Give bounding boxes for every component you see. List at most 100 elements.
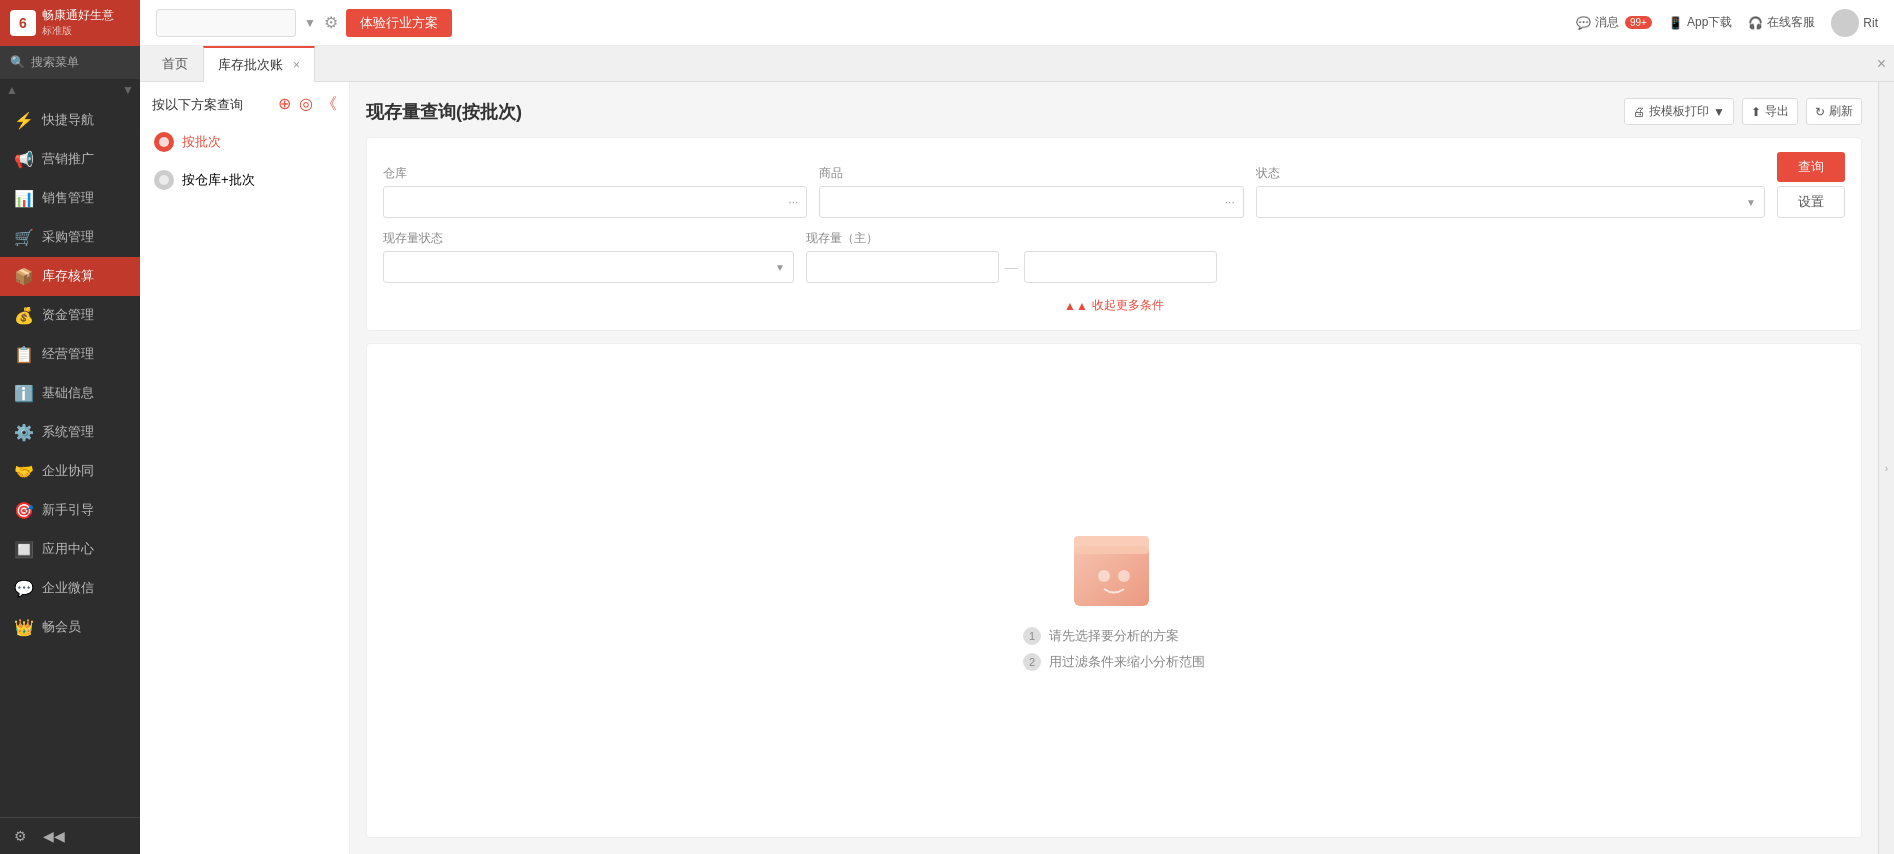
sidebar-scroll-up[interactable]: ▲ (4, 81, 20, 99)
sidebar-scroll-down[interactable]: ▼ (120, 81, 136, 99)
svg-rect-2 (1074, 546, 1149, 606)
app-download-item[interactable]: 📱 App下载 (1668, 14, 1732, 31)
hint-num-2: 2 (1023, 653, 1041, 671)
search-label: 搜索菜单 (31, 54, 79, 71)
app-info: 畅康通好生意 标准版 (42, 8, 114, 38)
avatar (1831, 9, 1859, 37)
sidebar-item-label: 企业微信 (42, 579, 94, 597)
schema-item-warehouse-batch[interactable]: 按仓库+批次 (140, 161, 349, 199)
tab-home[interactable]: 首页 (148, 46, 203, 82)
tab-home-label: 首页 (162, 55, 188, 73)
sidebar-item-operation[interactable]: 📋 经营管理 (0, 335, 140, 374)
collapse-sidebar-icon[interactable]: ◀◀ (43, 828, 65, 844)
stock-qty-to-input[interactable] (1024, 251, 1217, 283)
schema-item-batch[interactable]: 按批次 (140, 123, 349, 161)
main-area: ▼ ⚙ 体验行业方案 💬 消息 99+ 📱 App下载 🎧 在线客服 Rit (140, 0, 1894, 854)
sidebar-item-label: 畅会员 (42, 618, 81, 636)
sidebar-item-sales[interactable]: 📊 销售管理 (0, 179, 140, 218)
filter-area: 仓库 ··· 商品 ··· 状态 (366, 137, 1862, 331)
online-service-item[interactable]: 🎧 在线客服 (1748, 14, 1815, 31)
sidebar-item-label: 快捷导航 (42, 111, 94, 129)
settings-schema-icon[interactable]: ◎ (299, 94, 313, 115)
stock-qty-from-input[interactable] (806, 251, 999, 283)
topbar-right: 💬 消息 99+ 📱 App下载 🎧 在线客服 Rit (1576, 9, 1878, 37)
print-label: 按模板打印 (1649, 103, 1709, 120)
messages-badge: 99+ (1625, 16, 1652, 29)
sidebar-item-wechat[interactable]: 💬 企业微信 (0, 569, 140, 608)
empty-hints: 1 请先选择要分析的方案 2 用过滤条件来缩小分析范围 (1023, 627, 1205, 671)
status-filter: 状态 ▼ (1256, 165, 1765, 218)
sidebar-item-shortcut[interactable]: ⚡ 快捷导航 (0, 101, 140, 140)
goods-input[interactable]: ··· (819, 186, 1243, 218)
sidebar-item-marketing[interactable]: 📢 营销推广 (0, 140, 140, 179)
add-schema-icon[interactable]: ⊕ (278, 94, 291, 115)
sidebar-item-finance[interactable]: 💰 资金管理 (0, 296, 140, 335)
refresh-icon: ↻ (1815, 105, 1825, 119)
stock-qty-filter: 现存量（主） — (806, 230, 1217, 283)
sidebar-item-member[interactable]: 👑 畅会员 (0, 608, 140, 647)
status-input[interactable]: ▼ (1256, 186, 1765, 218)
goods-label: 商品 (819, 165, 1243, 182)
export-button[interactable]: ⬆ 导出 (1742, 98, 1798, 125)
refresh-button[interactable]: ↻ 刷新 (1806, 98, 1862, 125)
print-button[interactable]: 🖨 按模板打印 ▼ (1624, 98, 1734, 125)
app-subtitle: 标准版 (42, 24, 114, 38)
tab-close-icon[interactable]: × (293, 58, 300, 72)
sidebar-item-inventory[interactable]: 📦 库存核算 (0, 257, 140, 296)
topbar-dropdown-arrow[interactable]: ▼ (304, 16, 316, 30)
hint-num-1: 1 (1023, 627, 1041, 645)
purchase-icon: 🛒 (14, 228, 34, 247)
sidebar-item-label: 销售管理 (42, 189, 94, 207)
sidebar-item-label: 企业协同 (42, 462, 94, 480)
topbar-gear-icon[interactable]: ⚙ (324, 13, 338, 32)
topbar-search-input[interactable] (156, 9, 296, 37)
export-icon: ⬆ (1751, 105, 1761, 119)
collapse-more-label: 收起更多条件 (1092, 297, 1164, 314)
stock-status-label: 现存量状态 (383, 230, 794, 247)
page-title-row: 现存量查询(按批次) 🖨 按模板打印 ▼ ⬆ 导出 ↻ 刷新 (366, 98, 1862, 125)
sidebar-item-label: 系统管理 (42, 423, 94, 441)
settings-bottom-icon[interactable]: ⚙ (14, 828, 27, 844)
messages-item[interactable]: 💬 消息 99+ (1576, 14, 1652, 31)
tab-active-label: 库存批次账 (218, 56, 283, 74)
tab-inventory-batch[interactable]: 库存批次账 × (203, 46, 315, 82)
sidebar-item-basic[interactable]: ℹ️ 基础信息 (0, 374, 140, 413)
sidebar-header: 6 畅康通好生意 标准版 (0, 0, 140, 46)
query-button[interactable]: 查询 (1777, 152, 1845, 182)
sidebar-item-appstore[interactable]: 🔲 应用中心 (0, 530, 140, 569)
schema-batch-icon (154, 132, 174, 152)
sidebar-item-label: 采购管理 (42, 228, 94, 246)
app-title: 畅康通好生意 (42, 8, 114, 24)
right-edge-collapse[interactable]: › (1878, 82, 1894, 854)
app-logo: 6 (10, 10, 36, 36)
inventory-icon: 📦 (14, 267, 34, 286)
operation-icon: 📋 (14, 345, 34, 364)
empty-hint-1: 1 请先选择要分析的方案 (1023, 627, 1205, 645)
trial-button[interactable]: 体验行业方案 (346, 9, 452, 37)
marketing-icon: 📢 (14, 150, 34, 169)
status-label: 状态 (1256, 165, 1765, 182)
message-icon: 💬 (1576, 16, 1591, 30)
settings-button[interactable]: 设置 (1777, 186, 1845, 218)
empty-illustration (1054, 511, 1174, 611)
topbar: ▼ ⚙ 体验行业方案 💬 消息 99+ 📱 App下载 🎧 在线客服 Rit (140, 0, 1894, 46)
print-dropdown-icon[interactable]: ▼ (1713, 105, 1725, 119)
topbar-left: ▼ ⚙ 体验行业方案 (156, 9, 1566, 37)
user-item[interactable]: Rit (1831, 9, 1878, 37)
sidebar-item-guide[interactable]: 🎯 新手引导 (0, 491, 140, 530)
collapse-left-panel-icon[interactable]: 《 (321, 94, 337, 115)
right-content: 现存量查询(按批次) 🖨 按模板打印 ▼ ⬆ 导出 ↻ 刷新 (350, 82, 1878, 854)
sidebar-search[interactable]: 🔍 搜索菜单 (0, 46, 140, 79)
wechat-icon: 💬 (14, 579, 34, 598)
svg-rect-3 (1074, 536, 1149, 554)
collapse-more-btn[interactable]: ▲▲ 收起更多条件 (383, 291, 1845, 316)
tabs-close-all-icon[interactable]: × (1877, 55, 1886, 73)
schema-batch-label: 按批次 (182, 133, 221, 151)
sidebar-item-label: 营销推广 (42, 150, 94, 168)
sidebar-item-system[interactable]: ⚙️ 系统管理 (0, 413, 140, 452)
sidebar-item-purchase[interactable]: 🛒 采购管理 (0, 218, 140, 257)
sidebar-item-collab[interactable]: 🤝 企业协同 (0, 452, 140, 491)
stock-status-input[interactable]: ▼ (383, 251, 794, 283)
warehouse-input[interactable]: ··· (383, 186, 807, 218)
app-download-label: App下载 (1687, 14, 1732, 31)
